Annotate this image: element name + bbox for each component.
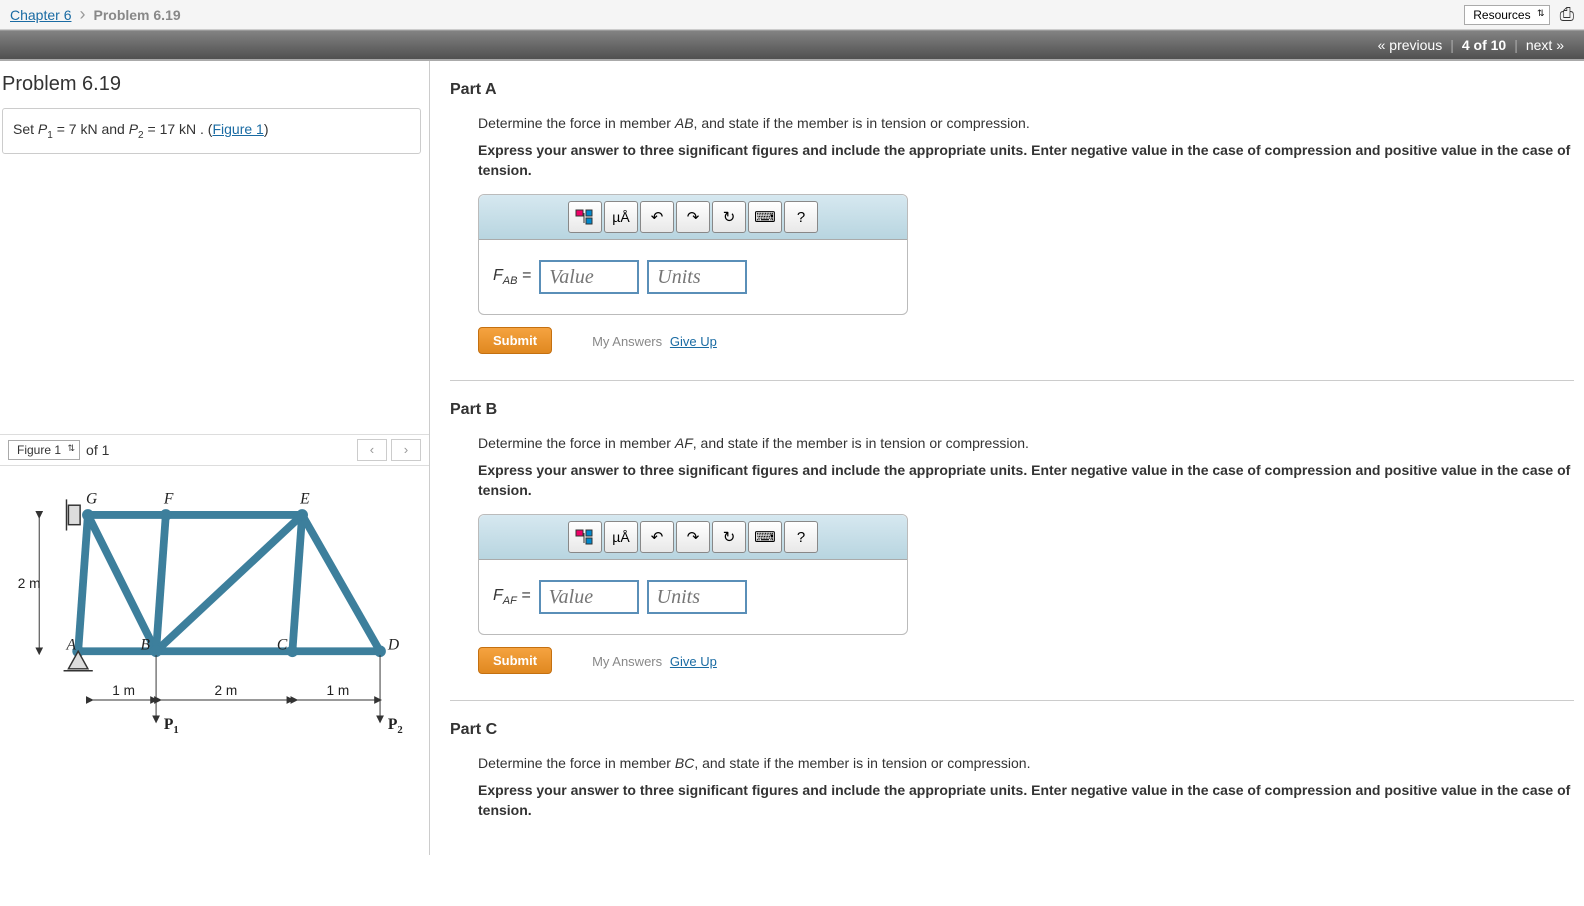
nav-count: 4 of 10 — [1462, 37, 1506, 53]
top-nav: Chapter 6 › Problem 6.19 Resources ⎙ — [0, 0, 1584, 30]
template-icon[interactable] — [568, 521, 602, 553]
part-a-submit-button[interactable]: Submit — [478, 327, 552, 354]
part-b-instructions: Express your answer to three significant… — [450, 461, 1574, 500]
svg-text:1 m: 1 m — [326, 683, 349, 698]
figure-prev-button[interactable]: ‹ — [357, 439, 387, 461]
divider — [450, 700, 1574, 701]
divider: | — [1450, 37, 1454, 53]
help-icon[interactable]: ? — [784, 201, 818, 233]
figure-link[interactable]: Figure 1 — [212, 121, 263, 137]
redo-icon[interactable]: ↷ — [676, 201, 710, 233]
print-icon[interactable]: ⎙ — [1560, 4, 1574, 25]
svg-text:P1: P1 — [164, 716, 179, 736]
svg-text:C: C — [277, 636, 288, 653]
resources-dropdown[interactable]: Resources — [1464, 5, 1549, 25]
keyboard-icon[interactable]: ⌨ — [748, 201, 782, 233]
top-right: Resources ⎙ — [1464, 4, 1574, 25]
part-a-units-input[interactable] — [647, 260, 747, 294]
divider: | — [1514, 37, 1518, 53]
problem-statement: Set P1 = 7 kN and P2 = 17 kN . (Figure 1… — [2, 108, 421, 154]
part-b-question: Determine the force in member AF, and st… — [450, 435, 1574, 451]
part-b-title: Part B — [450, 401, 1574, 419]
reset-icon[interactable]: ↻ — [712, 521, 746, 553]
nav-bar: « previous | 4 of 10 | next » — [0, 30, 1584, 61]
figure-bar: Figure 1 of 1 ‹ › — [0, 434, 429, 466]
part-a-value-input[interactable] — [539, 260, 639, 294]
svg-text:2 m: 2 m — [214, 683, 237, 698]
breadcrumb: Chapter 6 › Problem 6.19 — [10, 4, 181, 25]
part-b-value-input[interactable] — [539, 580, 639, 614]
part-b-units-input[interactable] — [647, 580, 747, 614]
divider — [450, 380, 1574, 381]
part-c-instructions: Express your answer to three significant… — [450, 781, 1574, 820]
undo-icon[interactable]: ↶ — [640, 201, 674, 233]
svg-text:G: G — [86, 490, 97, 507]
part-a-instructions: Express your answer to three significant… — [450, 141, 1574, 180]
left-column: Problem 6.19 Set P1 = 7 kN and P2 = 17 k… — [0, 61, 430, 855]
part-b-give-up[interactable]: Give Up — [670, 654, 717, 669]
svg-text:B: B — [140, 636, 150, 653]
keyboard-icon[interactable]: ⌨ — [748, 521, 782, 553]
part-a-label: FAB = — [493, 267, 531, 287]
svg-text:E: E — [299, 490, 310, 507]
nav-previous[interactable]: « previous — [1378, 37, 1443, 53]
problem-title: Problem 6.19 — [0, 61, 429, 108]
part-a-title: Part A — [450, 81, 1574, 99]
redo-icon[interactable]: ↷ — [676, 521, 710, 553]
part-a-my-answers[interactable]: My Answers — [592, 334, 662, 349]
part-b-submit-button[interactable]: Submit — [478, 647, 552, 674]
template-icon[interactable] — [568, 201, 602, 233]
part-c-question: Determine the force in member BC, and st… — [450, 755, 1574, 771]
figure-of: of 1 — [86, 442, 109, 458]
svg-text:1 m: 1 m — [112, 683, 135, 698]
figure-select[interactable]: Figure 1 — [8, 440, 80, 460]
breadcrumb-sep: › — [79, 4, 85, 25]
part-a-question: Determine the force in member AB, and st… — [450, 115, 1574, 131]
part-b-answer-box: µÅ ↶ ↷ ↻ ⌨ ? FAF = — [478, 514, 908, 635]
part-a-toolbar: µÅ ↶ ↷ ↻ ⌨ ? — [479, 195, 907, 240]
truss-figure: G F E A B C D 2 m — [10, 476, 419, 749]
greek-icon[interactable]: µÅ — [604, 201, 638, 233]
part-c-title: Part C — [450, 721, 1574, 739]
svg-text:P2: P2 — [388, 716, 403, 736]
nav-next[interactable]: next » — [1526, 37, 1564, 53]
part-a-answer-box: µÅ ↶ ↷ ↻ ⌨ ? FAB = — [478, 194, 908, 315]
part-b-label: FAF = — [493, 587, 531, 607]
undo-icon[interactable]: ↶ — [640, 521, 674, 553]
reset-icon[interactable]: ↻ — [712, 201, 746, 233]
right-column: Part A Determine the force in member AB,… — [430, 61, 1584, 855]
part-b-my-answers[interactable]: My Answers — [592, 654, 662, 669]
svg-text:F: F — [163, 490, 174, 507]
svg-text:2 m: 2 m — [18, 576, 41, 591]
help-icon[interactable]: ? — [784, 521, 818, 553]
breadcrumb-chapter[interactable]: Chapter 6 — [10, 7, 71, 23]
greek-icon[interactable]: µÅ — [604, 521, 638, 553]
figure-next-button[interactable]: › — [391, 439, 421, 461]
part-a-give-up[interactable]: Give Up — [670, 334, 717, 349]
figure-area: G F E A B C D 2 m — [0, 466, 429, 762]
svg-text:A: A — [65, 636, 76, 653]
breadcrumb-current: Problem 6.19 — [93, 7, 180, 23]
svg-text:D: D — [387, 636, 400, 653]
part-b-toolbar: µÅ ↶ ↷ ↻ ⌨ ? — [479, 515, 907, 560]
